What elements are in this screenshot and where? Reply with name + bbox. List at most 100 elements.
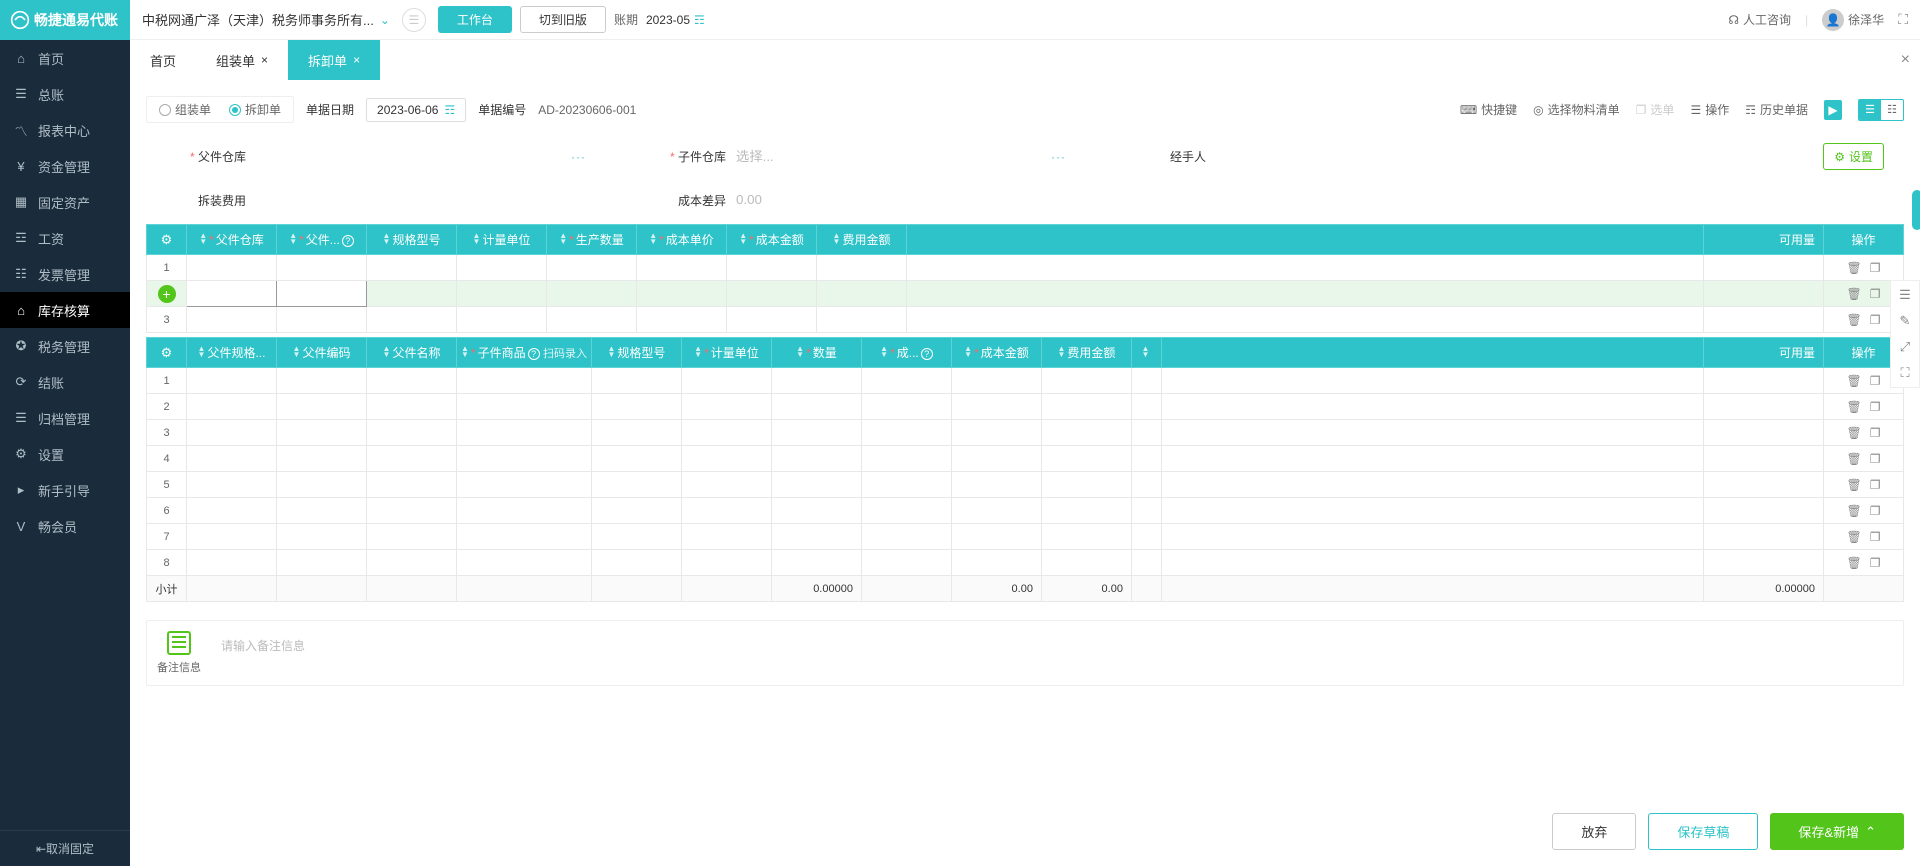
tool-1[interactable]: ☰ xyxy=(1895,285,1915,305)
nav-settings[interactable]: ⚙设置 xyxy=(0,436,130,472)
radio-assembly[interactable]: 组装单 xyxy=(159,101,211,118)
scroll-indicator[interactable] xyxy=(1912,190,1920,230)
parent-wh-lookup[interactable]: ··· xyxy=(571,150,586,164)
help-icon[interactable]: ? xyxy=(342,235,354,247)
nav-funds[interactable]: ¥资金管理 xyxy=(0,148,130,184)
tab-disassembly[interactable]: 拆卸单× xyxy=(288,40,380,80)
copy-icon[interactable]: ❐ xyxy=(1870,313,1881,327)
nav-reports[interactable]: 〽报表中心 xyxy=(0,112,130,148)
view-list[interactable]: ☰ xyxy=(1859,100,1881,120)
copy-icon[interactable]: ❐ xyxy=(1870,530,1881,544)
table-row[interactable]: 6🗑❐ xyxy=(147,498,1904,524)
copy-icon[interactable]: ❐ xyxy=(1870,556,1881,570)
nav-home[interactable]: ⌂首页 xyxy=(0,40,130,76)
copy-icon[interactable]: ❐ xyxy=(1870,504,1881,518)
child-wh-lookup[interactable]: ··· xyxy=(1051,150,1066,164)
tool-3[interactable]: ⤢ xyxy=(1895,337,1915,357)
delete-icon[interactable]: 🗑 xyxy=(1847,261,1862,275)
copy-icon[interactable]: ❐ xyxy=(1870,287,1881,301)
help-icon[interactable]: ? xyxy=(921,348,933,360)
table-row[interactable]: 1🗑❐ xyxy=(147,368,1904,394)
save-new-button[interactable]: 保存&新增⌃ xyxy=(1770,813,1904,850)
calendar-icon[interactable]: ☶ xyxy=(444,103,455,117)
copy-icon[interactable]: ❐ xyxy=(1870,261,1881,275)
tool-4[interactable]: ⛶ xyxy=(1895,363,1915,383)
radio-disassembly[interactable]: 拆卸单 xyxy=(229,101,281,118)
gear-icon[interactable]: ⚙ xyxy=(161,345,173,360)
user-menu[interactable]: 👤徐泽华 xyxy=(1822,9,1884,31)
parent-wh-input[interactable] xyxy=(256,147,561,167)
gear-icon[interactable]: ⚙ xyxy=(161,232,173,247)
calendar-icon[interactable]: ☶ xyxy=(694,13,705,27)
close-icon[interactable]: × xyxy=(353,53,360,67)
nav-close[interactable]: ⟳结账 xyxy=(0,364,130,400)
copy-icon[interactable]: ❐ xyxy=(1870,478,1881,492)
copy-icon[interactable]: ❐ xyxy=(1870,400,1881,414)
cost-diff-input[interactable] xyxy=(736,190,1066,210)
consult-link[interactable]: ☊人工咨询 xyxy=(1728,11,1791,28)
material-list-action[interactable]: ◎选择物料清单 xyxy=(1533,101,1620,118)
child-wh-input[interactable] xyxy=(736,147,1041,167)
view-grid[interactable]: ☷ xyxy=(1881,100,1903,120)
tab-assembly[interactable]: 组装单× xyxy=(196,40,288,80)
nav-assets[interactable]: ▦固定资产 xyxy=(0,184,130,220)
tab-home[interactable]: 首页 xyxy=(130,40,196,80)
delete-icon[interactable]: 🗑 xyxy=(1847,287,1862,301)
operate-action[interactable]: ☰操作 xyxy=(1690,101,1729,118)
handler-input[interactable] xyxy=(1216,147,1546,167)
table-row[interactable]: 3🗑❐ xyxy=(147,420,1904,446)
company-selector[interactable]: 中税网通广泽（天津）税务师事务所有... xyxy=(142,10,374,29)
nav-inventory[interactable]: ⌂库存核算 xyxy=(0,292,130,328)
doc-date-input[interactable]: 2023-06-06☶ xyxy=(366,98,466,122)
table-row[interactable]: 1🗑❐ xyxy=(147,255,1904,281)
delete-icon[interactable]: 🗑 xyxy=(1847,452,1862,466)
table-row[interactable]: 4🗑❐ xyxy=(147,446,1904,472)
delete-icon[interactable]: 🗑 xyxy=(1847,400,1862,414)
add-row-button[interactable]: + xyxy=(158,285,176,303)
table-row[interactable]: 8🗑❐ xyxy=(147,550,1904,576)
next-button[interactable]: ▶ xyxy=(1824,100,1842,120)
copy-icon[interactable]: ❐ xyxy=(1870,452,1881,466)
settings-button[interactable]: ⚙设置 xyxy=(1823,143,1884,170)
chevron-down-icon[interactable]: ⌄ xyxy=(380,13,390,27)
asm-fee-input[interactable] xyxy=(256,190,586,210)
delete-icon[interactable]: 🗑 xyxy=(1847,556,1862,570)
nav-tax[interactable]: ✪税务管理 xyxy=(0,328,130,364)
shortcut-action[interactable]: ⌨快捷键 xyxy=(1460,101,1517,118)
fullscreen-icon[interactable]: ⛶ xyxy=(1898,11,1908,28)
table-row[interactable]: 3🗑❐ xyxy=(147,307,1904,333)
topbar: 中税网通广泽（天津）税务师事务所有... ⌄ ☰ 工作台 切到旧版 账期 202… xyxy=(130,0,1920,40)
history-action[interactable]: ☶历史单据 xyxy=(1745,101,1808,118)
nav-ledger[interactable]: ☰总账 xyxy=(0,76,130,112)
abandon-button[interactable]: 放弃 xyxy=(1552,813,1636,850)
close-icon[interactable]: × xyxy=(261,53,268,67)
unpin-button[interactable]: ⇤取消固定 xyxy=(0,830,130,866)
copy-icon[interactable]: ❐ xyxy=(1870,374,1881,388)
nav-guide[interactable]: ▸新手引导 xyxy=(0,472,130,508)
nav-salary[interactable]: ☲工资 xyxy=(0,220,130,256)
table-row[interactable]: 7🗑❐ xyxy=(147,524,1904,550)
table-row[interactable]: 5🗑❐ xyxy=(147,472,1904,498)
workbench-button[interactable]: 工作台 xyxy=(438,6,512,33)
close-all-tabs[interactable]: × xyxy=(1901,51,1910,69)
delete-icon[interactable]: 🗑 xyxy=(1847,313,1862,327)
table-row[interactable]: 2🗑❐ xyxy=(147,394,1904,420)
table-row[interactable]: + 🗑 ❐ xyxy=(147,281,1904,307)
save-draft-button[interactable]: 保存草稿 xyxy=(1648,813,1758,850)
copy-icon[interactable]: ❐ xyxy=(1870,426,1881,440)
delete-icon[interactable]: 🗑 xyxy=(1847,504,1862,518)
refresh-button[interactable]: ☰ xyxy=(402,8,426,32)
nav-vip[interactable]: V畅会员 xyxy=(0,508,130,544)
pick-action[interactable]: ❐选单 xyxy=(1636,101,1675,118)
delete-icon[interactable]: 🗑 xyxy=(1847,478,1862,492)
delete-icon[interactable]: 🗑 xyxy=(1847,374,1862,388)
old-version-button[interactable]: 切到旧版 xyxy=(520,6,606,33)
tool-2[interactable]: ✎ xyxy=(1895,311,1915,331)
delete-icon[interactable]: 🗑 xyxy=(1847,530,1862,544)
delete-icon[interactable]: 🗑 xyxy=(1847,426,1862,440)
nav-archive[interactable]: ☰归档管理 xyxy=(0,400,130,436)
period-value[interactable]: 2023-05 xyxy=(646,13,690,27)
note-input[interactable] xyxy=(215,631,1893,671)
help-icon[interactable]: ? xyxy=(528,348,540,360)
nav-invoice[interactable]: ☷发票管理 xyxy=(0,256,130,292)
